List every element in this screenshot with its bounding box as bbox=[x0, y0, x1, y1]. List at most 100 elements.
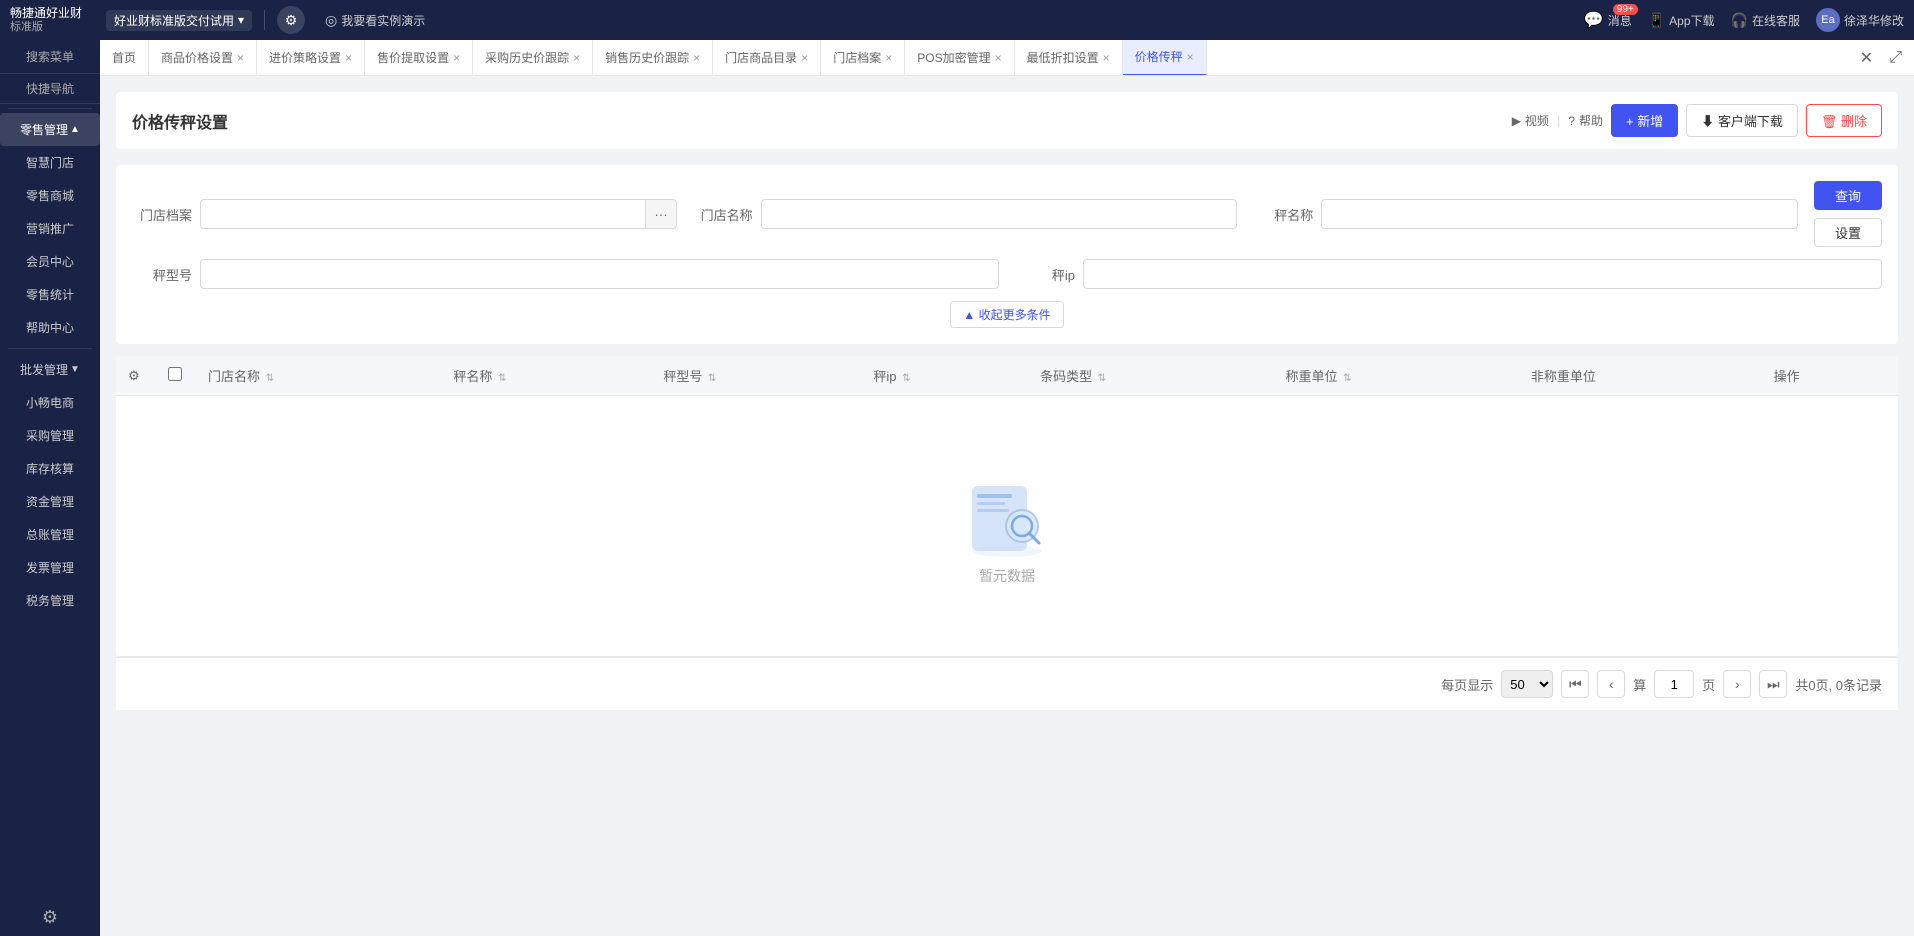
form-row-1: 门店档案 ··· 门店名称 秤名称 bbox=[132, 181, 1882, 247]
add-button[interactable]: + 新增 bbox=[1611, 104, 1678, 137]
user-avatar[interactable]: Ea 徐泽华修改 bbox=[1816, 8, 1904, 32]
download-client-button[interactable]: ⬇ 客户端下载 bbox=[1686, 104, 1798, 137]
message-icon[interactable]: 💬 消息 99+ bbox=[1584, 10, 1632, 30]
sidebar-item-smart-store[interactable]: 智慧门店 bbox=[0, 146, 100, 179]
scale-ip-input[interactable] bbox=[1083, 259, 1882, 289]
sort-weight-unit[interactable]: ⇅ bbox=[1343, 373, 1351, 384]
sidebar-divider-mid bbox=[8, 348, 92, 349]
sidebar-quick-nav[interactable]: 快捷导航 bbox=[0, 74, 100, 104]
select-all-checkbox[interactable] bbox=[168, 367, 182, 381]
main-layout: 搜索菜单 快捷导航 零售管理 ▲ 智慧门店 零售商城 营销推广 会员中心 零售统… bbox=[0, 40, 1914, 936]
last-page-btn[interactable]: ⏭ bbox=[1759, 670, 1787, 698]
tab-min-discount[interactable]: 最低折扣设置 × bbox=[1015, 40, 1123, 76]
sidebar-item-xiaochang-ec[interactable]: 小畅电商 bbox=[0, 386, 100, 419]
search-form: 门店档案 ··· 门店名称 秤名称 bbox=[116, 165, 1898, 344]
page-content: 价格传秤设置 ▶ 视频 | ? 帮助 + 新增 ⬇ 客户端下载 � bbox=[100, 76, 1914, 936]
first-page-btn[interactable]: ⏮ bbox=[1561, 670, 1589, 698]
col-operation: 操作 bbox=[1762, 356, 1898, 396]
sidebar-item-tax-mgmt[interactable]: 税务管理 bbox=[0, 584, 100, 617]
sidebar-item-invoice-mgmt[interactable]: 发票管理 bbox=[0, 551, 100, 584]
sidebar-item-ledger-mgmt[interactable]: 总账管理 bbox=[0, 518, 100, 551]
store-name-input[interactable] bbox=[761, 199, 1238, 229]
sort-scale-name[interactable]: ⇅ bbox=[498, 373, 506, 384]
tab-close-product-price[interactable]: × bbox=[237, 51, 244, 65]
form-row-2: 秤型号 秤ip bbox=[132, 259, 1882, 289]
page-header: 价格传秤设置 ▶ 视频 | ? 帮助 + 新增 ⬇ 客户端下载 � bbox=[116, 92, 1898, 149]
settings-icon[interactable]: ⚙ bbox=[277, 6, 305, 34]
sidebar-item-marketing[interactable]: 营销推广 bbox=[0, 212, 100, 245]
query-button[interactable]: 查询 bbox=[1814, 181, 1882, 210]
table-head: ⚙ 门店名称 ⇅ 秤名称 ⇅ bbox=[116, 356, 1898, 396]
col-settings[interactable]: ⚙ bbox=[116, 356, 156, 396]
store-name-field: 门店名称 bbox=[693, 199, 1238, 229]
tab-close-purchase-history[interactable]: × bbox=[573, 51, 580, 65]
help-link[interactable]: ? 帮助 bbox=[1568, 112, 1603, 129]
sidebar-item-retail-mgmt[interactable]: 零售管理 ▲ bbox=[0, 113, 100, 146]
sort-barcode-type[interactable]: ⇅ bbox=[1098, 373, 1106, 384]
tab-store-catalog[interactable]: 门店商品目录 × bbox=[713, 40, 821, 76]
tab-close-sale-extract[interactable]: × bbox=[453, 51, 460, 65]
sort-store-name[interactable]: ⇅ bbox=[266, 373, 274, 384]
table-header-row: ⚙ 门店名称 ⇅ 秤名称 ⇅ bbox=[116, 356, 1898, 396]
store-profile-select-btn[interactable]: ··· bbox=[646, 199, 676, 229]
col-scale-ip: 秤ip ⇅ bbox=[861, 356, 1028, 396]
scale-model-input[interactable] bbox=[200, 259, 999, 289]
store-profile-input[interactable] bbox=[200, 199, 646, 229]
video-link[interactable]: ▶ 视频 bbox=[1512, 112, 1549, 129]
scale-ip-field: 秤ip bbox=[1015, 259, 1882, 289]
product-selector[interactable]: 好业财标准版交付试用 ▾ bbox=[106, 10, 252, 31]
sidebar-item-member-center[interactable]: 会员中心 bbox=[0, 245, 100, 278]
sort-scale-model[interactable]: ⇅ bbox=[708, 373, 716, 384]
delete-button[interactable]: 🗑 删除 bbox=[1806, 104, 1882, 137]
tab-purchase-history[interactable]: 采购历史价跟踪 × bbox=[473, 40, 593, 76]
scale-name-label: 秤名称 bbox=[1253, 205, 1313, 224]
tab-price-transfer[interactable]: 价格传秤 × bbox=[1123, 40, 1207, 76]
tab-close-store-catalog[interactable]: × bbox=[801, 51, 808, 65]
sidebar-item-wholesale-mgmt[interactable]: 批发管理 ▼ bbox=[0, 353, 100, 386]
sidebar-item-inventory[interactable]: 库存核算 bbox=[0, 452, 100, 485]
tab-purchase-strategy[interactable]: 进价策略设置 × bbox=[257, 40, 365, 76]
page-input[interactable] bbox=[1654, 670, 1694, 698]
col-barcode-type: 条码类型 ⇅ bbox=[1028, 356, 1273, 396]
next-page-btn[interactable]: › bbox=[1723, 670, 1751, 698]
col-store-name: 门店名称 ⇅ bbox=[196, 356, 441, 396]
sidebar-item-retail-stats[interactable]: 零售统计 bbox=[0, 278, 100, 311]
collapse-button[interactable]: ▲ 收起更多条件 bbox=[950, 301, 1063, 328]
tab-close-all-btn[interactable]: ✕ bbox=[1856, 46, 1877, 70]
sidebar-item-purchase-mgmt[interactable]: 采购管理 bbox=[0, 419, 100, 452]
app-download-link[interactable]: 📱 App下载 bbox=[1648, 12, 1715, 29]
tab-sales-history[interactable]: 销售历史价跟踪 × bbox=[593, 40, 713, 76]
demo-button[interactable]: ◎ 我要看实例演示 bbox=[325, 12, 425, 29]
empty-illustration bbox=[947, 466, 1067, 566]
tab-close-pos-encryption[interactable]: × bbox=[995, 51, 1002, 65]
tab-close-store-profile[interactable]: × bbox=[885, 51, 892, 65]
sidebar-item-finance-mgmt[interactable]: 资金管理 bbox=[0, 485, 100, 518]
sidebar-item-retail-mall[interactable]: 零售商城 bbox=[0, 179, 100, 212]
tab-close-sales-history[interactable]: × bbox=[693, 51, 700, 65]
tab-product-price[interactable]: 商品价格设置 × bbox=[149, 40, 257, 76]
settings-button[interactable]: 设置 bbox=[1814, 218, 1882, 247]
tab-expand-btn[interactable]: ⤢ bbox=[1885, 47, 1906, 69]
col-checkbox bbox=[156, 356, 196, 396]
tab-close-min-discount[interactable]: × bbox=[1103, 51, 1110, 65]
sidebar-settings-icon[interactable]: ⚙ bbox=[0, 899, 100, 936]
per-page-select[interactable]: 20 50 100 200 bbox=[1501, 670, 1553, 698]
sidebar-item-help-center[interactable]: 帮助中心 bbox=[0, 311, 100, 344]
collapse-row: ▲ 收起更多条件 bbox=[132, 301, 1882, 328]
logo: 畅捷通好业财 标准版 bbox=[10, 6, 90, 34]
tab-sale-extract[interactable]: 售价提取设置 × bbox=[365, 40, 473, 76]
sidebar-divider-top bbox=[8, 108, 92, 109]
tab-close-price-transfer[interactable]: × bbox=[1187, 50, 1194, 64]
tab-store-profile[interactable]: 门店档案 × bbox=[821, 40, 905, 76]
page-label: 算 bbox=[1633, 675, 1646, 694]
prev-page-btn[interactable]: ‹ bbox=[1597, 670, 1625, 698]
scale-name-input[interactable] bbox=[1321, 199, 1798, 229]
action-divider-1: | bbox=[1557, 113, 1560, 128]
tab-home[interactable]: 首页 bbox=[100, 40, 149, 76]
content-area: 首页 商品价格设置 × 进价策略设置 × 售价提取设置 × 采购历史价跟踪 × bbox=[100, 40, 1914, 936]
online-service-link[interactable]: 🎧 在线客服 bbox=[1731, 12, 1800, 29]
sidebar-search[interactable]: 搜索菜单 bbox=[0, 40, 100, 74]
sort-scale-ip[interactable]: ⇅ bbox=[902, 373, 910, 384]
tab-close-purchase-strategy[interactable]: × bbox=[345, 51, 352, 65]
tab-pos-encryption[interactable]: POS加密管理 × bbox=[905, 40, 1014, 76]
